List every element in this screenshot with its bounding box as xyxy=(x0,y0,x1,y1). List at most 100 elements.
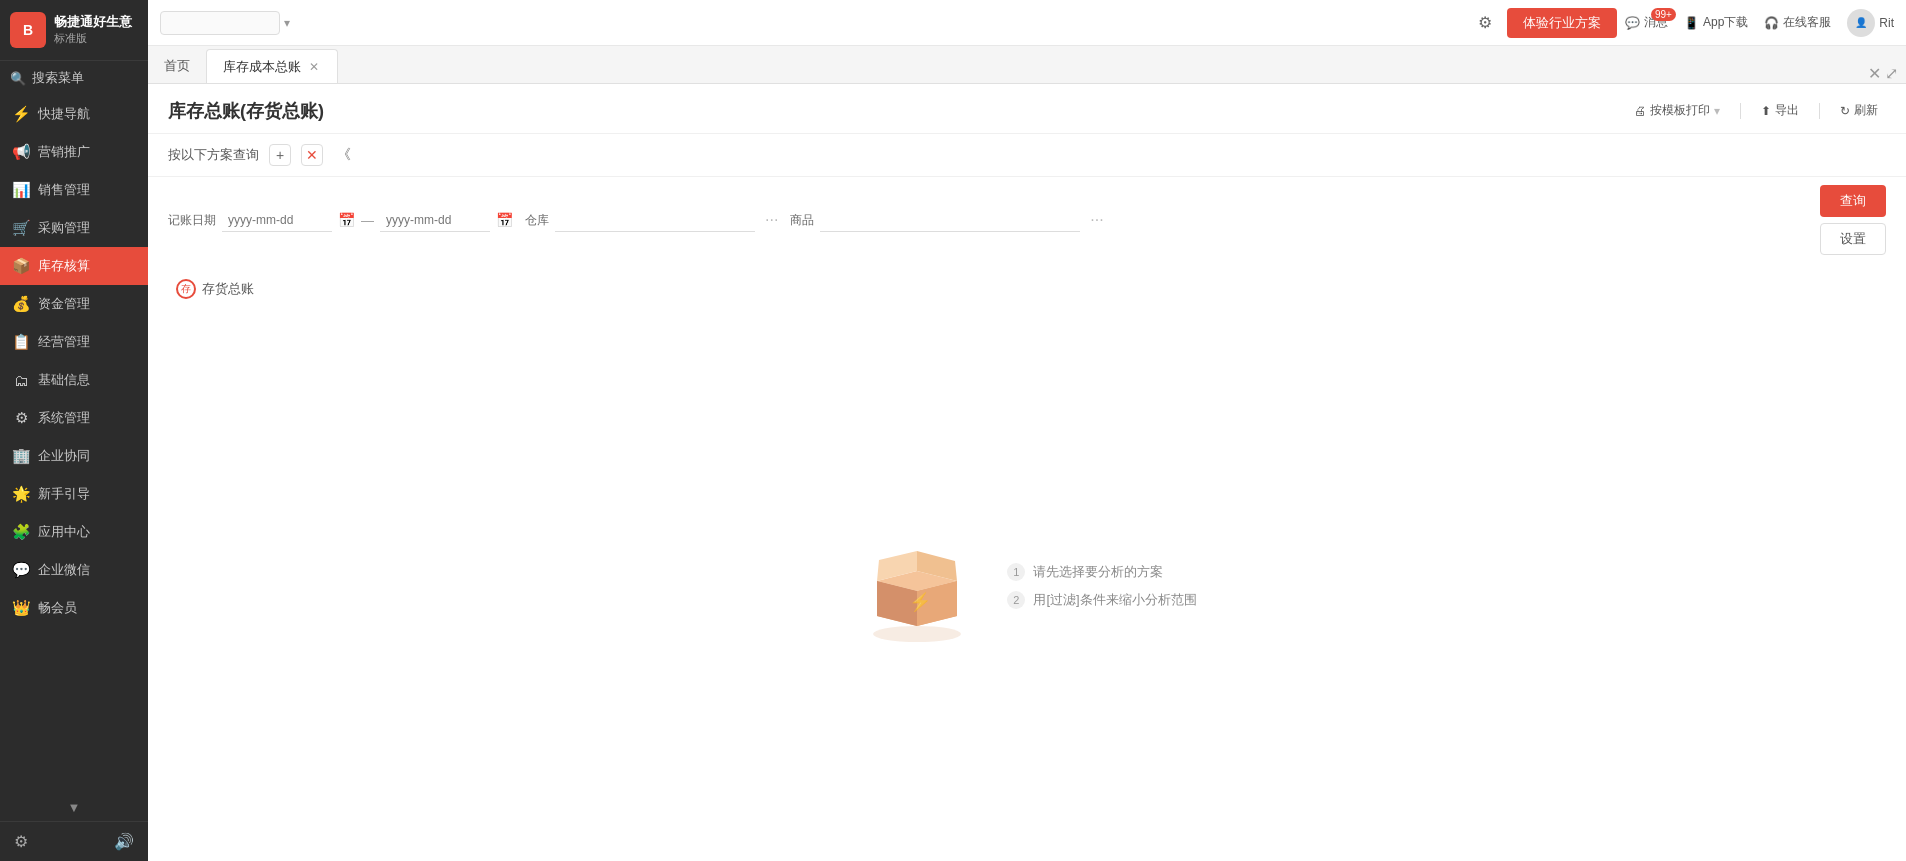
breadcrumb-input[interactable] xyxy=(160,11,280,35)
newbie-icon: 🌟 xyxy=(12,485,30,503)
sidebar-item-label: 销售管理 xyxy=(38,181,90,199)
wechat-icon: 💬 xyxy=(12,561,30,579)
filter-collapse-btn[interactable]: 《 xyxy=(333,144,355,166)
svg-text:⚡: ⚡ xyxy=(909,591,932,613)
date-dash: — xyxy=(361,213,374,228)
sales-icon: 📊 xyxy=(12,181,30,199)
sidebar-item-label: 企业微信 xyxy=(38,561,90,579)
sidebar-item-sales[interactable]: 📊 销售管理 xyxy=(0,171,148,209)
empty-svg: ⚡ xyxy=(857,526,977,646)
purchase-icon: 🛒 xyxy=(12,219,30,237)
tab-home[interactable]: 首页 xyxy=(148,49,206,83)
empty-state: ⚡ 1 请先选择要分析的方案 2 用[过滤]条件来缩小分析范围 xyxy=(148,311,1906,861)
breadcrumb: ▾ xyxy=(160,11,1463,35)
tab-inventory-cost[interactable]: 库存成本总账 ✕ xyxy=(206,49,338,83)
tab-close-all-icon[interactable]: ✕ xyxy=(1868,64,1881,83)
app-download-btn[interactable]: 📱 App下载 xyxy=(1684,14,1748,31)
sidebar-item-system[interactable]: ⚙ 系统管理 xyxy=(0,399,148,437)
tab-close-icon[interactable]: ✕ xyxy=(307,59,321,75)
sidebar-item-marketing[interactable]: 📢 营销推广 xyxy=(0,133,148,171)
sidebar-item-label: 库存核算 xyxy=(38,257,90,275)
industry-btn[interactable]: 体验行业方案 xyxy=(1507,8,1617,38)
filter-clear-btn[interactable]: ✕ xyxy=(301,144,323,166)
date-start-input[interactable] xyxy=(222,209,332,232)
scheme-icon: 存 xyxy=(176,279,196,299)
headset-icon: 🎧 xyxy=(1764,16,1779,30)
sidebar-item-label: 应用中心 xyxy=(38,523,90,541)
query-btn[interactable]: 查询 xyxy=(1820,185,1886,217)
scheme-list: 存 存货总账 xyxy=(148,267,1906,311)
finance-icon: 💰 xyxy=(12,295,30,313)
date-end-input[interactable] xyxy=(380,209,490,232)
sidebar-item-label: 基础信息 xyxy=(38,371,90,389)
calendar-start-icon[interactable]: 📅 xyxy=(338,212,355,228)
sidebar-scroll-down[interactable]: ▼ xyxy=(0,794,148,821)
filter-label: 按以下方案查询 xyxy=(168,146,259,164)
chevron-down-icon: ▾ xyxy=(284,16,290,30)
printer-icon: 🖨 xyxy=(1634,104,1646,118)
filter-add-btn[interactable]: + xyxy=(269,144,291,166)
calendar-end-icon[interactable]: 📅 xyxy=(496,212,513,228)
topbar-gear-icon[interactable]: ⚙ xyxy=(1471,9,1499,37)
sidebar-item-inventory[interactable]: 📦 库存核算 xyxy=(0,247,148,285)
scheme-item-inventory-ledger[interactable]: 存 存货总账 xyxy=(168,273,1886,305)
sidebar-item-purchase[interactable]: 🛒 采购管理 xyxy=(0,209,148,247)
warehouse-label: 仓库 xyxy=(525,212,549,229)
enterprise-icon: 🏢 xyxy=(12,447,30,465)
sidebar-item-basic-info[interactable]: 🗂 基础信息 xyxy=(0,361,148,399)
sidebar-search-label: 搜索菜单 xyxy=(32,69,84,87)
app-center-icon: 🧩 xyxy=(12,523,30,541)
warehouse-select[interactable] xyxy=(555,209,755,232)
export-icon: ⬆ xyxy=(1761,104,1771,118)
sidebar-item-app-center[interactable]: 🧩 应用中心 xyxy=(0,513,148,551)
refresh-btn[interactable]: ↻ 刷新 xyxy=(1832,98,1886,123)
sidebar-item-wechat[interactable]: 💬 企业微信 xyxy=(0,551,148,589)
audio-icon[interactable]: 🔊 xyxy=(114,832,134,851)
sidebar-search[interactable]: 🔍 搜索菜单 xyxy=(0,61,148,95)
filter-bar: 按以下方案查询 + ✕ 《 xyxy=(148,134,1906,177)
edition-label: 标准版 xyxy=(54,31,132,45)
topbar: ▾ ⚙ 体验行业方案 💬 消息 99+ 📱 App下载 🎧 在线客服 👤 xyxy=(148,0,1906,46)
settings-icon[interactable]: ⚙ xyxy=(14,832,28,851)
tip-num-2: 2 xyxy=(1007,591,1025,609)
sidebar-item-operation[interactable]: 📋 经营管理 xyxy=(0,323,148,361)
user-avatar-area[interactable]: 👤 Rit xyxy=(1847,9,1894,37)
tab-inventory-cost-label: 库存成本总账 xyxy=(223,58,301,76)
sidebar-logo: B 畅捷通好生意 标准版 xyxy=(0,0,148,61)
message-btn[interactable]: 💬 消息 99+ xyxy=(1625,14,1668,31)
page-header: 库存总账(存货总账) 🖨 按模板打印 ▾ ⬆ 导出 ↻ 刷新 xyxy=(148,84,1906,134)
sidebar-item-finance[interactable]: 💰 资金管理 xyxy=(0,285,148,323)
filter-row: 记账日期 📅 — 📅 仓库 ··· 商品 ··· 查询 设置 xyxy=(148,177,1906,267)
app-download-label: App下载 xyxy=(1703,14,1748,31)
operation-icon: 📋 xyxy=(12,333,30,351)
sidebar-item-newbie[interactable]: 🌟 新手引导 xyxy=(0,475,148,513)
brand-name: 畅捷通好生意 xyxy=(54,14,132,31)
scheme-item-label: 存货总账 xyxy=(202,280,254,298)
empty-tip-1: 1 请先选择要分析的方案 xyxy=(1007,563,1196,581)
sidebar-item-label: 畅会员 xyxy=(38,599,77,617)
online-service-btn[interactable]: 🎧 在线客服 xyxy=(1764,14,1831,31)
sidebar-item-quick-nav[interactable]: ⚡ 快捷导航 xyxy=(0,95,148,133)
chevron-down-icon: ▾ xyxy=(1714,104,1720,118)
sidebar-item-label: 新手引导 xyxy=(38,485,90,503)
empty-illustration: ⚡ xyxy=(857,526,977,646)
export-btn[interactable]: ⬆ 导出 xyxy=(1753,98,1807,123)
set-btn[interactable]: 设置 xyxy=(1820,223,1886,255)
system-icon: ⚙ xyxy=(12,409,30,427)
export-label: 导出 xyxy=(1775,102,1799,119)
topbar-right: 💬 消息 99+ 📱 App下载 🎧 在线客服 👤 Rit xyxy=(1625,9,1894,37)
username-label: Rit xyxy=(1879,16,1894,30)
refresh-label: 刷新 xyxy=(1854,102,1878,119)
tip-text-2: 用[过滤]条件来缩小分析范围 xyxy=(1033,591,1196,609)
tip-num-1: 1 xyxy=(1007,563,1025,581)
svg-point-0 xyxy=(873,626,961,642)
print-btn[interactable]: 🖨 按模板打印 ▾ xyxy=(1626,98,1728,123)
tab-expand-icon[interactable]: ⤢ xyxy=(1885,64,1898,83)
warehouse-more-icon[interactable]: ··· xyxy=(765,211,778,229)
sidebar-item-enterprise[interactable]: 🏢 企业协同 xyxy=(0,437,148,475)
sidebar-item-member[interactable]: 👑 畅会员 xyxy=(0,589,148,627)
goods-select[interactable] xyxy=(820,209,1080,232)
empty-tip-2: 2 用[过滤]条件来缩小分析范围 xyxy=(1007,591,1196,609)
page-content: 库存总账(存货总账) 🖨 按模板打印 ▾ ⬆ 导出 ↻ 刷新 xyxy=(148,84,1906,861)
goods-more-icon[interactable]: ··· xyxy=(1090,211,1103,229)
